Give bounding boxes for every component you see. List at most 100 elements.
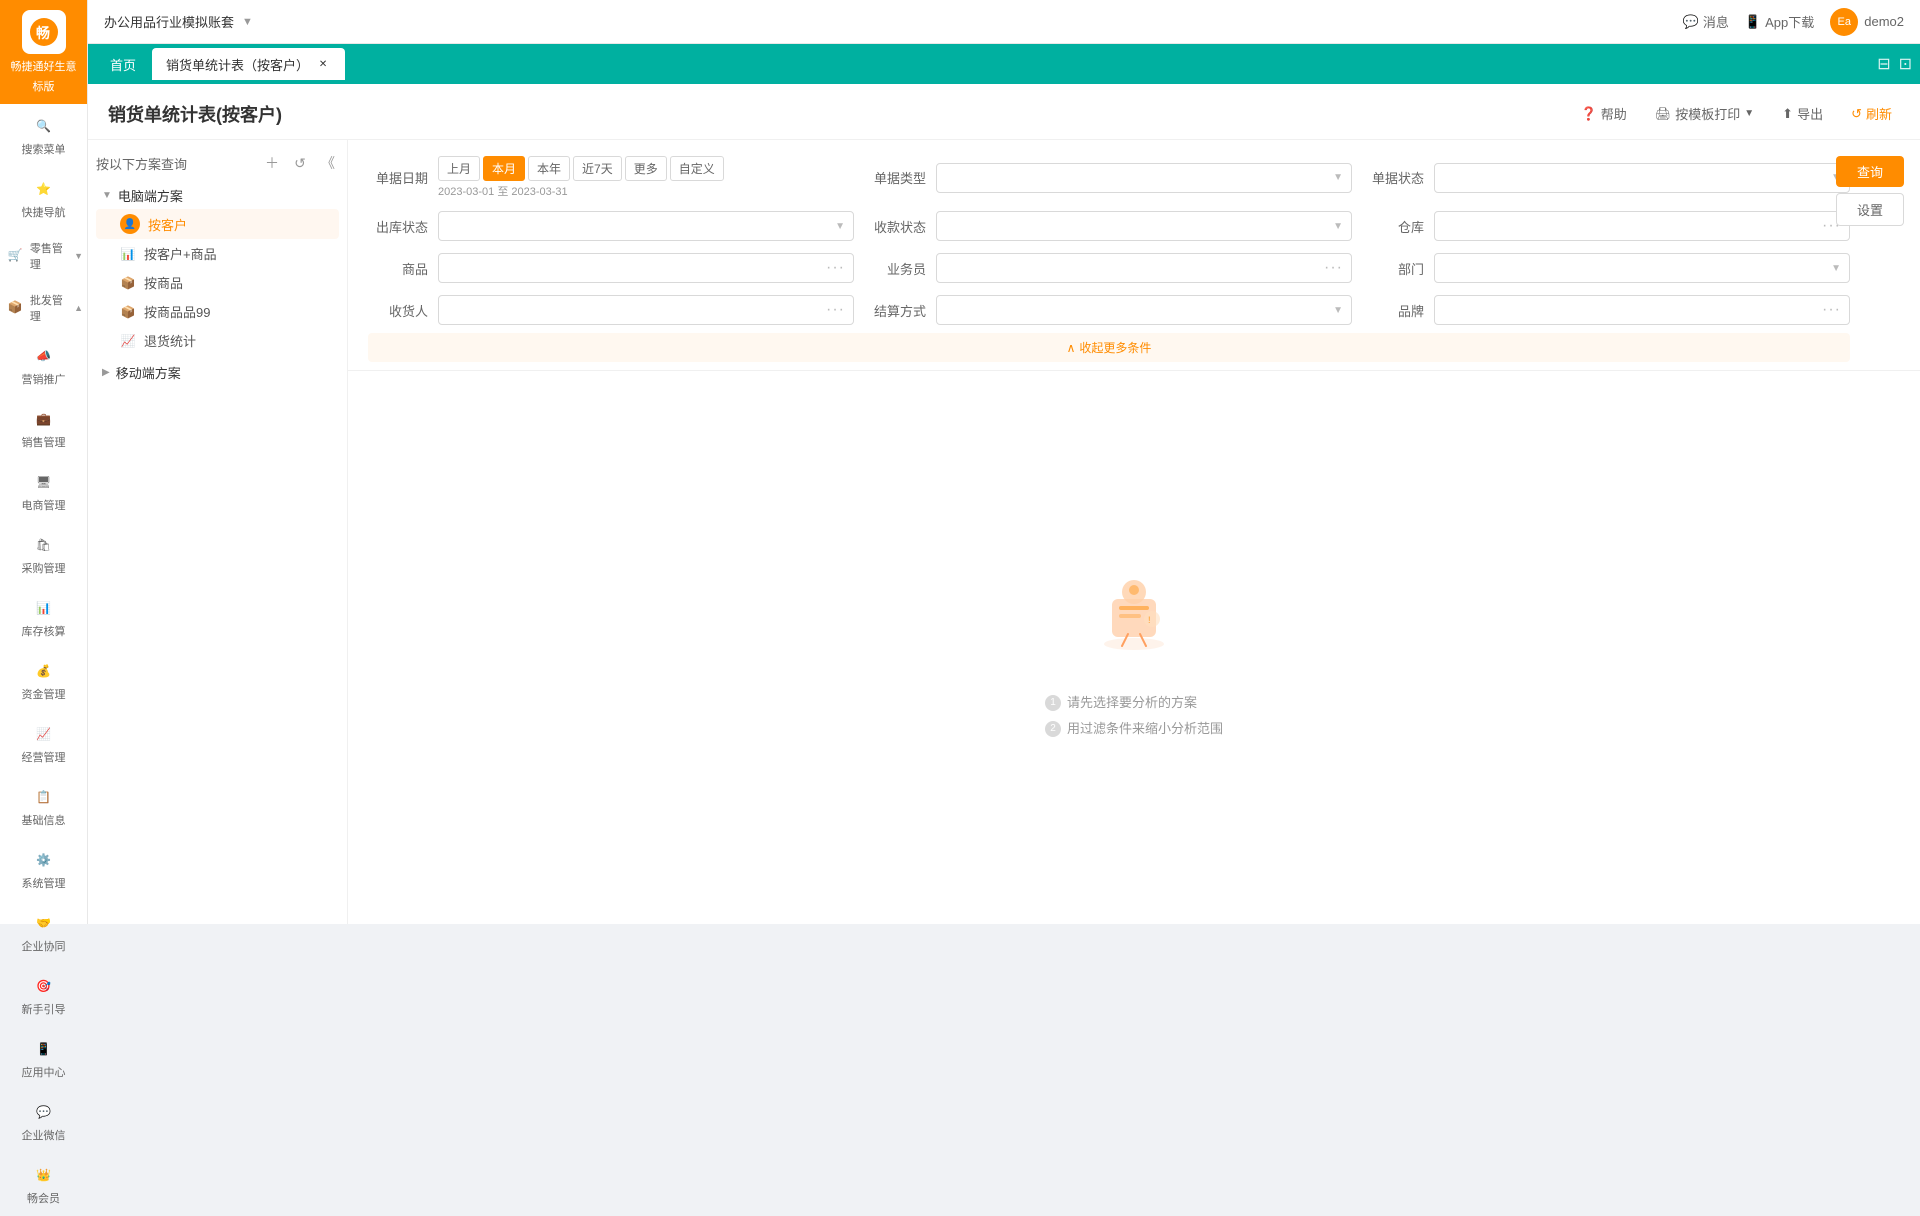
sidebar-item-ecommerce[interactable]: 🖥 电商管理 — [0, 460, 87, 523]
sidebar-item-quick-nav[interactable]: ⭐ 快捷导航 — [0, 167, 87, 230]
scheme-group-desktop-header[interactable]: ▼ 电脑端方案 — [96, 182, 339, 209]
help-btn[interactable]: ❓ 帮助 — [1573, 100, 1635, 127]
filter-row-1: 单据日期 上月 本月 本年 近7天 更多 自定义 20 — [368, 156, 1850, 199]
collapse-label: 收起更多条件 — [1079, 339, 1151, 356]
scheme-refresh-btn[interactable]: ↺ — [289, 152, 311, 174]
query-settings-area: 查询 设置 — [1836, 156, 1904, 226]
scheme-item-label-product: 按商品 — [144, 273, 183, 292]
warehouse-label: 仓库 — [1364, 217, 1434, 236]
industry-dropdown-icon[interactable]: ▼ — [242, 16, 253, 28]
filter-cell-warehouse: 仓库 ··· — [1364, 211, 1850, 241]
out-status-dropdown-icon: ▼ — [835, 221, 845, 232]
sidebar-item-enterprise-wechat[interactable]: 💬 企业微信 — [0, 1090, 87, 1153]
scheme-item-by-customer[interactable]: 👤 按客户 — [96, 209, 339, 239]
scheme-add-btn[interactable]: ＋ — [261, 152, 283, 174]
mobile-group-label: 移动端方案 — [116, 363, 181, 382]
app-download-btn[interactable]: 📱 App下载 — [1745, 12, 1814, 31]
ecommerce-icon: 🖥 — [32, 470, 56, 494]
main-body: 按以下方案查询 ＋ ↺ 《 ▼ 电脑端方案 👤 按客户 — [88, 140, 1920, 924]
page-actions: ❓ 帮助 🖨 按模板打印 ▼ ⬆ 导出 ↺ 刷新 — [1573, 100, 1900, 127]
product-select[interactable]: ··· — [438, 253, 854, 283]
sidebar-item-operations[interactable]: 📈 经营管理 — [0, 712, 87, 775]
collapse-icon: ∧ — [1067, 341, 1076, 355]
product-more-icon: ··· — [826, 259, 845, 277]
by-product-99-icon: 📦 — [120, 304, 136, 320]
template-print-btn[interactable]: 🖨 按模板打印 ▼ — [1647, 100, 1762, 127]
topbar: 办公用品行业模拟账套 ▼ 💬 消息 📱 App下载 Ea demo2 — [88, 0, 1920, 44]
sidebar-item-sales[interactable]: 💼 销售管理 — [0, 397, 87, 460]
tab-sales-stat[interactable]: 销货单统计表（按客户） ✕ — [152, 48, 345, 80]
avatar: Ea — [1830, 8, 1858, 36]
sidebar-item-app-center[interactable]: 📱 应用中心 — [0, 1027, 87, 1090]
marketing-icon: 📣 — [32, 344, 56, 368]
page-title: 销货单统计表(按客户) — [108, 101, 282, 127]
scheme-item-return-stat[interactable]: 📈 退货统计 — [96, 326, 339, 355]
sidebar-item-guide[interactable]: 🎯 新手引导 — [0, 964, 87, 1027]
sidebar-item-marketing[interactable]: 📣 营销推广 — [0, 334, 87, 397]
query-btn[interactable]: 查询 — [1836, 156, 1904, 187]
tab-minimize-icon[interactable]: ⊟ — [1877, 54, 1890, 74]
wholesale-icon: 📦 — [4, 295, 26, 319]
sidebar-item-search[interactable]: 🔍 搜索菜单 — [0, 104, 87, 167]
receiver-select[interactable]: ··· — [438, 295, 854, 325]
salesman-select[interactable]: ··· — [936, 253, 1352, 283]
user-info[interactable]: Ea demo2 — [1830, 8, 1904, 36]
warehouse-select[interactable]: ··· — [1434, 211, 1850, 241]
order-type-select[interactable]: ▼ — [936, 163, 1352, 193]
settlement-select[interactable]: ▼ — [936, 295, 1352, 325]
date-btn-this-month[interactable]: 本月 — [483, 156, 525, 181]
settings-btn[interactable]: 设置 — [1836, 193, 1904, 226]
tab-bar-right: ⊟ ⊡ — [1877, 54, 1912, 74]
out-status-select[interactable]: ▼ — [438, 211, 854, 241]
date-btn-this-year[interactable]: 本年 — [528, 156, 570, 181]
app-logo[interactable]: 畅 畅捷通好生意 标版 — [0, 0, 87, 104]
order-status-select[interactable]: ▼ — [1434, 163, 1850, 193]
operations-icon: 📈 — [32, 722, 56, 746]
department-label: 部门 — [1364, 259, 1434, 278]
filter-cell-date: 单据日期 上月 本月 本年 近7天 更多 自定义 20 — [368, 156, 854, 199]
brand-select[interactable]: ··· — [1434, 295, 1850, 325]
receipt-status-select[interactable]: ▼ — [936, 211, 1352, 241]
collapse-bar[interactable]: ∧ 收起更多条件 — [368, 333, 1850, 362]
date-btn-more[interactable]: 更多 — [625, 156, 667, 181]
tab-home[interactable]: 首页 — [96, 48, 150, 80]
scheme-item-label-customer: 按客户 — [148, 215, 187, 234]
tip-2: 2 用过滤条件来缩小分析范围 — [1045, 716, 1223, 742]
scheme-item-by-customer-product[interactable]: 📊 按客户+商品 — [96, 239, 339, 268]
template-print-label: 按模板打印 — [1675, 104, 1740, 123]
sidebar-item-vip[interactable]: 👑 畅会员 — [0, 1153, 87, 1216]
refresh-btn[interactable]: ↺ 刷新 — [1843, 100, 1900, 127]
tab-close-icon[interactable]: ✕ — [315, 56, 331, 72]
sidebar-item-system[interactable]: ⚙️ 系统管理 — [0, 838, 87, 901]
sidebar-item-purchase[interactable]: 🛍 采购管理 — [0, 523, 87, 586]
quicknav-icon: ⭐ — [32, 177, 56, 201]
page-header: 销货单统计表(按客户) ❓ 帮助 🖨 按模板打印 ▼ ⬆ 导出 ↺ 刷新 — [88, 84, 1920, 140]
date-btn-last-month[interactable]: 上月 — [438, 156, 480, 181]
sidebar-item-wholesale[interactable]: 📦 批发管理 ▲ — [0, 282, 87, 334]
export-btn[interactable]: ⬆ 导出 — [1774, 100, 1831, 127]
settlement-label: 结算方式 — [866, 301, 936, 320]
message-label: 消息 — [1703, 12, 1729, 31]
filter-cell-brand: 品牌 ··· — [1364, 295, 1850, 325]
scheme-item-by-product[interactable]: 📦 按商品 — [96, 268, 339, 297]
system-icon: ⚙️ — [32, 848, 56, 872]
scheme-collapse-btn[interactable]: 《 — [317, 152, 339, 174]
sidebar-item-basic[interactable]: 📋 基础信息 — [0, 775, 87, 838]
sidebar-item-finance[interactable]: 💰 资金管理 — [0, 649, 87, 712]
tip-2-text: 用过滤条件来缩小分析范围 — [1067, 716, 1223, 742]
tab-maximize-icon[interactable]: ⊡ — [1899, 54, 1912, 74]
scheme-item-by-product-99[interactable]: 📦 按商品品99 — [96, 297, 339, 326]
date-btn-custom[interactable]: 自定义 — [670, 156, 724, 181]
settlement-dropdown-icon: ▼ — [1333, 305, 1343, 316]
date-btn-7days[interactable]: 近7天 — [573, 156, 622, 181]
main-area: 办公用品行业模拟账套 ▼ 💬 消息 📱 App下载 Ea demo2 首页 — [88, 0, 1920, 924]
department-select[interactable]: ▼ — [1434, 253, 1850, 283]
scheme-actions: ＋ ↺ 《 — [261, 152, 339, 174]
sidebar-item-retail[interactable]: 🛒 零售管理 ▼ — [0, 230, 87, 282]
scheme-group-mobile-header[interactable]: ▶ 移动端方案 — [96, 359, 339, 386]
print-icon: 🖨 — [1655, 106, 1672, 122]
sidebar-item-enterprise[interactable]: 🤝 企业协同 — [0, 901, 87, 964]
scheme-group-desktop: ▼ 电脑端方案 👤 按客户 📊 按客户+商品 📦 按商品 — [96, 182, 339, 355]
message-btn[interactable]: 💬 消息 — [1683, 12, 1729, 31]
sidebar-item-inventory[interactable]: 📊 库存核算 — [0, 586, 87, 649]
